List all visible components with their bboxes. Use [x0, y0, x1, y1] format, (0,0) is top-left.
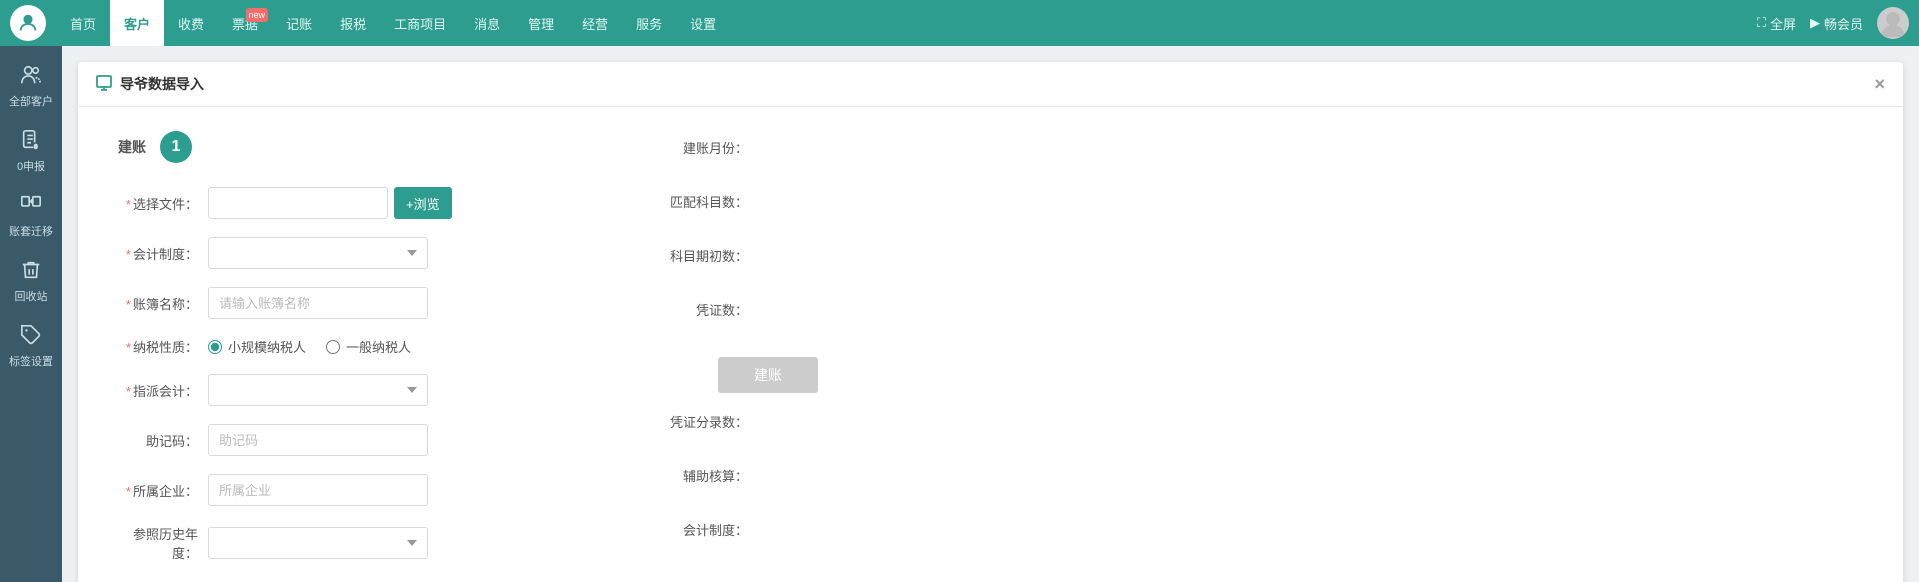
nav-service[interactable]: 服务	[622, 0, 676, 46]
accountant-select[interactable]	[208, 374, 428, 406]
tag-icon	[20, 324, 42, 349]
required-star: *	[126, 197, 131, 212]
new-badge: new	[246, 8, 269, 22]
nav-bookkeeping[interactable]: 记账	[272, 0, 326, 46]
dialog-title-area: 导爷数据导入	[96, 74, 204, 94]
info-section: 建账月份： 匹配科目数： 科目期初数： 凭证数：	[598, 131, 1863, 580]
sidebar: 全部客户 0 0申报 账套迁移	[0, 46, 62, 582]
file-icon: 0	[20, 129, 42, 154]
form-section: 建账 1 *选择文件： +浏览	[118, 131, 598, 580]
sidebar-label-transfer: 账套迁移	[9, 223, 53, 239]
topnav-right: ⛶ 全屏 ▶ 畅会员	[1757, 7, 1909, 39]
dialog-title: 导爷数据导入	[120, 74, 204, 94]
info-month-label: 建账月份：	[658, 138, 758, 157]
company-row: *所属企业：	[118, 474, 598, 506]
info-accounting-system-label: 会计制度：	[658, 520, 758, 539]
users-icon	[20, 64, 42, 89]
info-voucher-label: 凭证数：	[658, 300, 758, 319]
info-initial-row: 科目期初数：	[658, 239, 1863, 271]
tax-type-label: *纳税性质：	[118, 337, 208, 356]
file-row: *选择文件： +浏览	[118, 187, 598, 219]
sidebar-item-0shenb[interactable]: 0 0申报	[0, 119, 62, 184]
info-month-row: 建账月份：	[658, 131, 1863, 163]
sidebar-label-all-customers: 全部客户	[9, 93, 53, 109]
sidebar-label-tags: 标签设置	[9, 353, 53, 369]
company-input[interactable]	[208, 474, 428, 506]
trash-icon	[20, 259, 42, 284]
sidebar-item-tags[interactable]: 标签设置	[0, 314, 62, 379]
tax-radio-group: 小规模纳税人 一般纳税人	[208, 337, 411, 356]
close-button[interactable]: ×	[1874, 75, 1885, 93]
nav-manage[interactable]: 管理	[514, 0, 568, 46]
info-voucher-entries-label: 凭证分录数：	[658, 412, 758, 431]
nav-message[interactable]: 消息	[460, 0, 514, 46]
sidebar-item-trash[interactable]: 回收站	[0, 249, 62, 314]
info-match-row: 匹配科目数：	[658, 185, 1863, 217]
file-input-group: +浏览	[208, 187, 452, 219]
step-label: 建账	[118, 137, 146, 157]
nav-customer[interactable]: 客户	[110, 0, 164, 46]
import-icon	[96, 75, 112, 94]
content-area: 导爷数据导入 × 建账 1 *选择文件：	[62, 46, 1919, 582]
info-voucher-entries-row: 凭证分录数：	[658, 405, 1863, 437]
ledger-name-row: *账簿名称：	[118, 287, 598, 319]
nav-business[interactable]: 工商项目	[380, 0, 460, 46]
fullscreen-label: 全屏	[1770, 14, 1796, 33]
step-circle: 1	[160, 131, 192, 163]
accounting-system-select[interactable]	[208, 237, 428, 269]
sidebar-label-trash: 回收站	[15, 288, 48, 304]
sidebar-item-all-customers[interactable]: 全部客户	[0, 54, 62, 119]
nav-operation[interactable]: 经营	[568, 0, 622, 46]
nav-home[interactable]: 首页	[56, 0, 110, 46]
nav-invoice[interactable]: 票据 new	[218, 0, 272, 46]
step-header: 建账 1	[118, 131, 598, 163]
app-logo	[10, 5, 46, 41]
dialog-header: 导爷数据导入 ×	[78, 62, 1903, 107]
history-year-label: 参照历史年度：	[118, 524, 208, 562]
info-accounting-system-row: 会计制度：	[658, 513, 1863, 545]
info-match-label: 匹配科目数：	[658, 192, 758, 211]
memo-label: 助记码：	[118, 431, 208, 450]
vip-button[interactable]: ▶ 畅会员	[1810, 14, 1863, 33]
sidebar-label-0shenb: 0申报	[17, 158, 45, 174]
company-label: *所属企业：	[118, 481, 208, 500]
tax-option-small[interactable]: 小规模纳税人	[208, 337, 306, 356]
info-auxiliary-label: 辅助核算：	[658, 466, 758, 485]
create-account-button[interactable]: 建账	[718, 357, 818, 393]
nav-fee[interactable]: 收费	[164, 0, 218, 46]
dialog-body: 建账 1 *选择文件： +浏览	[78, 107, 1903, 582]
vip-label: 畅会员	[1824, 14, 1863, 33]
info-voucher-row: 凭证数：	[658, 293, 1863, 325]
nav-settings[interactable]: 设置	[676, 0, 730, 46]
info-auxiliary-row: 辅助核算：	[658, 459, 1863, 491]
fullscreen-icon: ⛶	[1757, 15, 1766, 31]
accountant-label: *指派会计：	[118, 381, 208, 400]
transfer-icon	[20, 194, 42, 219]
nav-items: 首页 客户 收费 票据 new 记账 报税 工商项目 消息 管理 经营 服务 设…	[56, 0, 1757, 46]
dialog-container: 导爷数据导入 × 建账 1 *选择文件：	[78, 62, 1903, 582]
ledger-name-label: *账簿名称：	[118, 294, 208, 313]
tax-option-general[interactable]: 一般纳税人	[326, 337, 411, 356]
history-year-select[interactable]	[208, 527, 428, 559]
accounting-system-row: *会计制度：	[118, 237, 598, 269]
info-initial-label: 科目期初数：	[658, 246, 758, 265]
accounting-system-label: *会计制度：	[118, 244, 208, 263]
accountant-row: *指派会计：	[118, 374, 598, 406]
sidebar-item-transfer[interactable]: 账套迁移	[0, 184, 62, 249]
ledger-name-input[interactable]	[208, 287, 428, 319]
top-nav: 首页 客户 收费 票据 new 记账 报税 工商项目 消息 管理 经营 服务 设…	[0, 0, 1919, 46]
main-layout: 全部客户 0 0申报 账套迁移	[0, 46, 1919, 582]
browse-button[interactable]: +浏览	[394, 187, 452, 219]
file-input[interactable]	[208, 187, 388, 219]
vip-icon: ▶	[1810, 15, 1820, 31]
file-label: *选择文件：	[118, 194, 208, 213]
fullscreen-button[interactable]: ⛶ 全屏	[1757, 14, 1796, 33]
svg-text:0: 0	[34, 144, 37, 150]
memo-row: 助记码：	[118, 424, 598, 456]
memo-input[interactable]	[208, 424, 428, 456]
nav-tax[interactable]: 报税	[326, 0, 380, 46]
user-avatar[interactable]	[1877, 7, 1909, 39]
tax-type-row: *纳税性质： 小规模纳税人 一般纳税人	[118, 337, 598, 356]
history-year-row: 参照历史年度：	[118, 524, 598, 562]
